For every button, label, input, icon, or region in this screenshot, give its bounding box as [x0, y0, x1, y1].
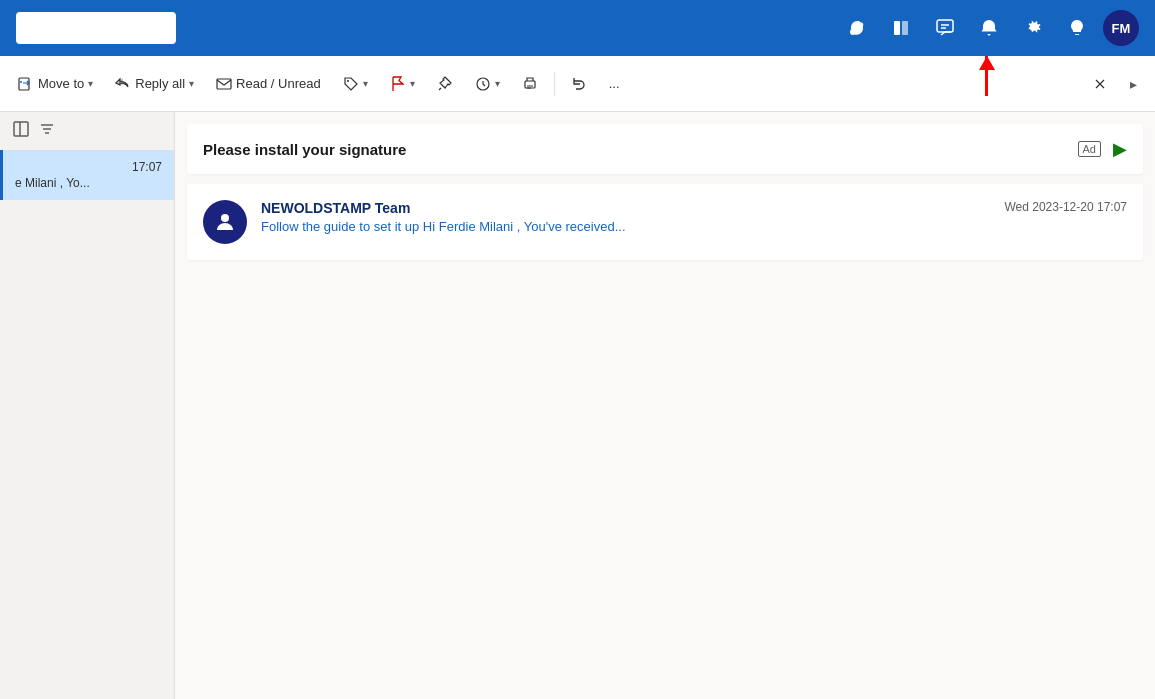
- bell-icon-button[interactable]: [971, 10, 1007, 46]
- svg-point-6: [347, 80, 349, 82]
- email-card-content: NEWOLDSTAMP Team Wed 2023-12-20 17:07 Fo…: [261, 200, 1127, 234]
- print-button[interactable]: [512, 66, 548, 102]
- svg-rect-5: [217, 79, 231, 89]
- read-unread-label: Read / Unread: [236, 76, 321, 91]
- undo-icon: [571, 76, 587, 92]
- top-bar-left: [16, 12, 176, 44]
- sender-avatar-icon: [213, 210, 237, 234]
- email-item-sender: e Milani , Yo...: [15, 176, 162, 190]
- subject-bar-right: Ad ▶: [1078, 138, 1127, 160]
- collapse-panel-button[interactable]: ▸: [1120, 66, 1147, 102]
- play-icon[interactable]: ▶: [1113, 138, 1127, 160]
- flag-chevron: ▾: [410, 78, 415, 89]
- snooze-button[interactable]: ▾: [465, 66, 510, 102]
- reading-pane-toggle-icon[interactable]: [12, 120, 30, 142]
- reply-all-chevron: ▾: [189, 78, 194, 89]
- reading-panel: Please install your signature Ad ▶ NEWOL…: [175, 112, 1155, 699]
- sender-avatar: [203, 200, 247, 244]
- flag-button[interactable]: ▾: [380, 66, 425, 102]
- svg-rect-0: [894, 21, 900, 35]
- toolbar-separator: [554, 72, 555, 96]
- settings-icon-button[interactable]: [1015, 10, 1051, 46]
- skype-icon-button[interactable]: [839, 10, 875, 46]
- email-list-panel: 17:07 e Milani , Yo...: [0, 112, 175, 699]
- tag-button[interactable]: ▾: [333, 66, 378, 102]
- move-to-chevron: ▾: [88, 78, 93, 89]
- expand-button[interactable]: [1082, 66, 1118, 102]
- arrow-head: [979, 56, 995, 70]
- email-preview: Follow the guide to set it up Hi Ferdie …: [261, 219, 1127, 234]
- move-to-icon: [18, 76, 34, 92]
- svg-point-14: [221, 214, 229, 222]
- snooze-chevron: ▾: [495, 78, 500, 89]
- pin-icon: [437, 76, 453, 92]
- svg-rect-1: [902, 21, 908, 35]
- tag-chevron: ▾: [363, 78, 368, 89]
- chevron-right-icon: ▸: [1130, 76, 1137, 92]
- office-icon-button[interactable]: [883, 10, 919, 46]
- email-sender-name: NEWOLDSTAMP Team: [261, 200, 410, 216]
- top-bar-right: FM: [839, 10, 1139, 46]
- avatar-initials: FM: [1112, 21, 1131, 36]
- pin-button[interactable]: [427, 66, 463, 102]
- filter-icon[interactable]: [38, 120, 56, 142]
- move-to-label: Move to: [38, 76, 84, 91]
- undo-button[interactable]: [561, 66, 597, 102]
- email-card: NEWOLDSTAMP Team Wed 2023-12-20 17:07 Fo…: [187, 184, 1143, 260]
- lightbulb-icon-button[interactable]: [1059, 10, 1095, 46]
- expand-icon: [1092, 76, 1108, 92]
- read-unread-icon: [216, 76, 232, 92]
- search-input[interactable]: [16, 12, 176, 44]
- top-bar: FM: [0, 0, 1155, 56]
- read-unread-button[interactable]: Read / Unread: [206, 66, 331, 102]
- more-options-button[interactable]: ...: [599, 66, 630, 102]
- email-subject-title: Please install your signature: [203, 141, 406, 158]
- reply-all-label: Reply all: [135, 76, 185, 91]
- flag-icon: [390, 76, 406, 92]
- svg-rect-2: [937, 20, 953, 32]
- email-item-time: 17:07: [15, 160, 162, 174]
- print-icon: [522, 76, 538, 92]
- toolbar-right: ▸: [1082, 66, 1147, 102]
- reply-all-button[interactable]: Reply all ▾: [105, 66, 204, 102]
- more-options-label: ...: [609, 76, 620, 91]
- svg-point-4: [20, 81, 22, 83]
- email-list-header: [0, 112, 174, 150]
- email-preview-text: Follow the guide to set it up Hi Ferdie …: [261, 219, 626, 234]
- main-area: 17:07 e Milani , Yo... Please install yo…: [0, 112, 1155, 699]
- email-list-item[interactable]: 17:07 e Milani , Yo...: [0, 150, 174, 200]
- move-to-button[interactable]: Move to ▾: [8, 66, 103, 102]
- clock-icon: [475, 76, 491, 92]
- tag-icon: [343, 76, 359, 92]
- ad-badge: Ad: [1078, 141, 1101, 157]
- feedback-icon-button[interactable]: [927, 10, 963, 46]
- email-date: Wed 2023-12-20 17:07: [1004, 200, 1127, 214]
- svg-rect-8: [525, 81, 535, 88]
- svg-rect-9: [14, 122, 28, 136]
- user-avatar-button[interactable]: FM: [1103, 10, 1139, 46]
- subject-bar: Please install your signature Ad ▶: [187, 124, 1143, 174]
- red-arrow-indicator: [985, 56, 988, 96]
- email-card-header: NEWOLDSTAMP Team Wed 2023-12-20 17:07: [261, 200, 1127, 216]
- reply-all-icon: [115, 76, 131, 92]
